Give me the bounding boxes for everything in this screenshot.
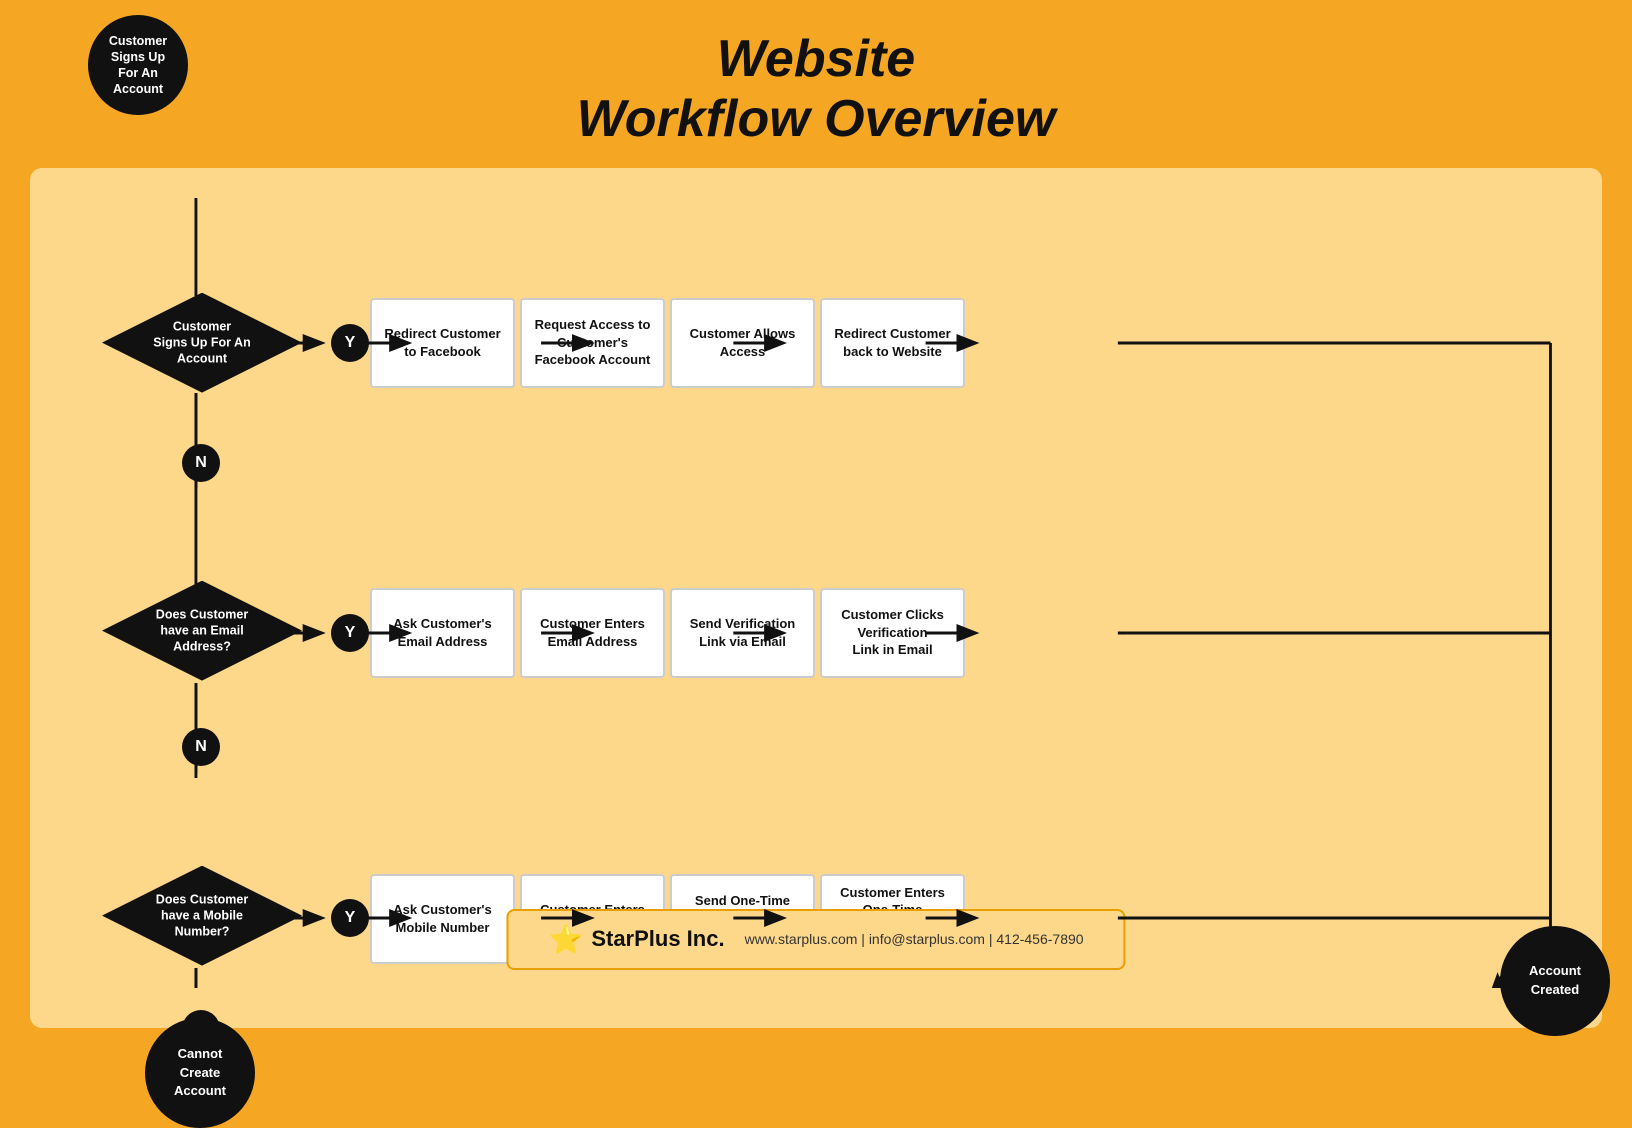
y-node-3: Y [331, 899, 369, 937]
p9-label: Ask Customer's Mobile Number [393, 901, 491, 936]
p2-label: Request Access to Customer's Facebook Ac… [535, 316, 651, 369]
process-ask-email: Ask Customer's Email Address [370, 588, 515, 678]
title-line1: Website [717, 30, 915, 88]
terminal-cannot-create: Cannot Create Account [145, 1018, 255, 1128]
outer-container: Customer Signs Up For An Account Website… [0, 0, 1632, 1056]
diamond-email-label: Does Customer have an Email Address? [132, 606, 272, 655]
process-enter-email: Customer Enters Email Address [520, 588, 665, 678]
star-icon: ⭐ [548, 923, 583, 956]
process-click-verification: Customer Clicks Verification Link in Ema… [820, 588, 965, 678]
process-ask-mobile: Ask Customer's Mobile Number [370, 874, 515, 964]
flowchart-area: Customer Signs Up For An Account Y N Doe… [70, 198, 1562, 988]
n-node-1: N [182, 444, 220, 482]
start-node: Customer Signs Up For An Account [88, 15, 188, 115]
p8-label: Customer Clicks Verification Link in Ema… [841, 606, 944, 659]
title-line2: Workflow Overview [577, 90, 1056, 148]
p6-label: Customer Enters Email Address [540, 615, 645, 650]
p1-label: Redirect Customer to Facebook [384, 325, 500, 360]
p3-label: Customer Allows Access [690, 325, 796, 360]
diamond-mobile-label: Does Customer have a Mobile Number? [132, 891, 272, 940]
company-name: StarPlus Inc. [591, 926, 724, 952]
cannot-create-label: Cannot Create Account [174, 1045, 226, 1100]
page-title: Website Workflow Overview [30, 30, 1602, 150]
diamond-signup-label: Customer Signs Up For An Account [132, 318, 272, 367]
flowchart-card: Customer Signs Up For An Account Y N Doe… [30, 168, 1602, 1028]
n-node-2: N [182, 728, 220, 766]
y-node-2: Y [331, 614, 369, 652]
p5-label: Ask Customer's Email Address [393, 615, 491, 650]
p7-label: Send Verification Link via Email [690, 615, 795, 650]
terminal-account-created: Account Created [1500, 926, 1610, 1036]
diamond-mobile: Does Customer have a Mobile Number? [102, 866, 302, 966]
process-redirect-facebook: Redirect Customer to Facebook [370, 298, 515, 388]
process-send-verification: Send Verification Link via Email [670, 588, 815, 678]
process-allows-access: Customer Allows Access [670, 298, 815, 388]
y-node-1: Y [331, 324, 369, 362]
footer: ⭐ StarPlus Inc. www.starplus.com | info@… [506, 909, 1125, 970]
account-created-label: Account Created [1529, 962, 1581, 998]
diamond-email: Does Customer have an Email Address? [102, 581, 302, 681]
footer-contact: www.starplus.com | info@starplus.com | 4… [745, 931, 1084, 947]
footer-logo: ⭐ StarPlus Inc. [548, 923, 724, 956]
diamond-signup: Customer Signs Up For An Account [102, 293, 302, 393]
p4-label: Redirect Customer back to Website [834, 325, 950, 360]
process-request-access: Request Access to Customer's Facebook Ac… [520, 298, 665, 388]
process-redirect-website: Redirect Customer back to Website [820, 298, 965, 388]
